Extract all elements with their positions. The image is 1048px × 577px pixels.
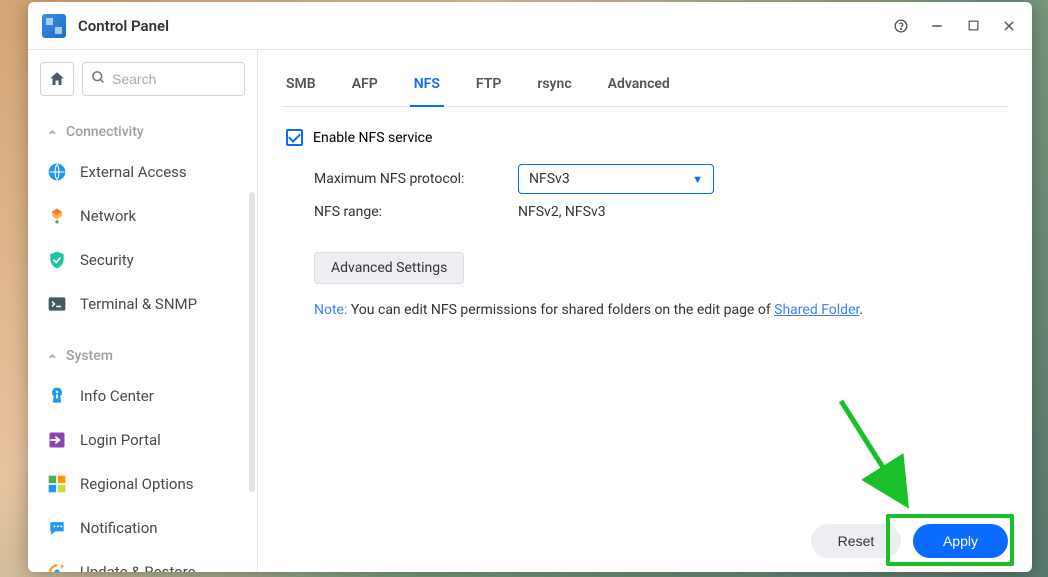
tab-ftp[interactable]: FTP [472,70,505,106]
tab-nfs[interactable]: NFS [410,70,444,106]
window-body: Connectivity External Access Network Sec… [28,50,1032,572]
section-connectivity[interactable]: Connectivity [28,114,257,150]
sidebar-scrollbar[interactable] [249,192,255,492]
footer-buttons: Reset Apply [282,514,1008,558]
terminal-icon [46,293,68,315]
section-label: Connectivity [66,124,144,140]
globe-icon [46,161,68,183]
max-protocol-select[interactable]: NFSv3 ▼ [518,164,714,194]
maximize-icon[interactable] [964,17,982,35]
shared-folder-link[interactable]: Shared Folder [774,302,859,318]
tab-afp[interactable]: AFP [348,70,382,106]
search-input[interactable] [112,71,236,87]
regional-icon [46,473,68,495]
apply-button[interactable]: Apply [913,524,1008,558]
sidebar-item-external-access[interactable]: External Access [28,150,257,194]
sidebar-item-regional[interactable]: Regional Options [28,462,257,506]
sidebar-item-info-center[interactable]: Info Center [28,374,257,418]
nfs-note: Note: You can edit NFS permissions for s… [314,302,1008,318]
sidebar-item-label: Terminal & SNMP [80,295,197,313]
sidebar-item-label: Security [80,251,134,269]
search-box[interactable] [82,62,245,96]
max-protocol-value: NFSv3 [529,171,570,187]
tab-rsync[interactable]: rsync [533,70,575,106]
sidebar-item-label: Login Portal [80,431,161,449]
sidebar-item-update-restore[interactable]: Update & Restore [28,550,257,572]
sidebar: Connectivity External Access Network Sec… [28,50,258,572]
note-suffix: . [859,302,863,318]
nfs-content: Enable NFS service Maximum NFS protocol:… [282,129,1008,514]
max-protocol-label: Maximum NFS protocol: [314,171,518,187]
nfs-range-value: NFSv2, NFSv3 [518,204,606,220]
sidebar-item-terminal[interactable]: Terminal & SNMP [28,282,257,326]
shield-icon [46,249,68,271]
main-panel: SMB AFP NFS FTP rsync Advanced Enable NF… [258,50,1032,572]
app-icon [42,14,66,38]
sidebar-item-security[interactable]: Security [28,238,257,282]
home-button[interactable] [40,62,74,96]
sidebar-item-label: Network [80,207,136,225]
section-system[interactable]: System [28,338,257,374]
login-icon [46,429,68,451]
chevron-up-icon [46,350,58,362]
sidebar-item-label: Regional Options [80,475,194,493]
minimize-icon[interactable] [928,17,946,35]
reset-button[interactable]: Reset [811,524,901,558]
help-icon[interactable] [892,17,910,35]
tabs: SMB AFP NFS FTP rsync Advanced [282,70,1008,107]
control-panel-window: Control Panel [28,2,1032,572]
advanced-settings-button[interactable]: Advanced Settings [314,252,464,284]
nfs-range-label: NFS range: [314,204,518,220]
sidebar-item-label: Update & Restore [80,563,196,572]
note-prefix: Note: [314,302,347,318]
caret-down-icon: ▼ [692,173,703,186]
search-icon [91,70,106,89]
enable-nfs-checkbox[interactable] [286,129,303,146]
note-text: You can edit NFS permissions for shared … [347,302,774,318]
sidebar-item-network[interactable]: Network [28,194,257,238]
window-title: Control Panel [78,17,169,35]
sidebar-item-label: Info Center [80,387,154,405]
sidebar-item-notification[interactable]: Notification [28,506,257,550]
sidebar-item-login-portal[interactable]: Login Portal [28,418,257,462]
info-icon [46,385,68,407]
sidebar-item-label: Notification [80,519,158,537]
chevron-up-icon [46,126,58,138]
network-icon [46,205,68,227]
section-label: System [66,348,113,364]
update-icon [46,561,68,572]
window-controls [892,17,1018,35]
titlebar: Control Panel [28,2,1032,50]
close-icon[interactable] [1000,17,1018,35]
tab-smb[interactable]: SMB [282,70,320,106]
enable-nfs-label: Enable NFS service [313,130,432,146]
tab-advanced[interactable]: Advanced [604,70,674,106]
sidebar-item-label: External Access [80,163,187,181]
notification-icon [46,517,68,539]
